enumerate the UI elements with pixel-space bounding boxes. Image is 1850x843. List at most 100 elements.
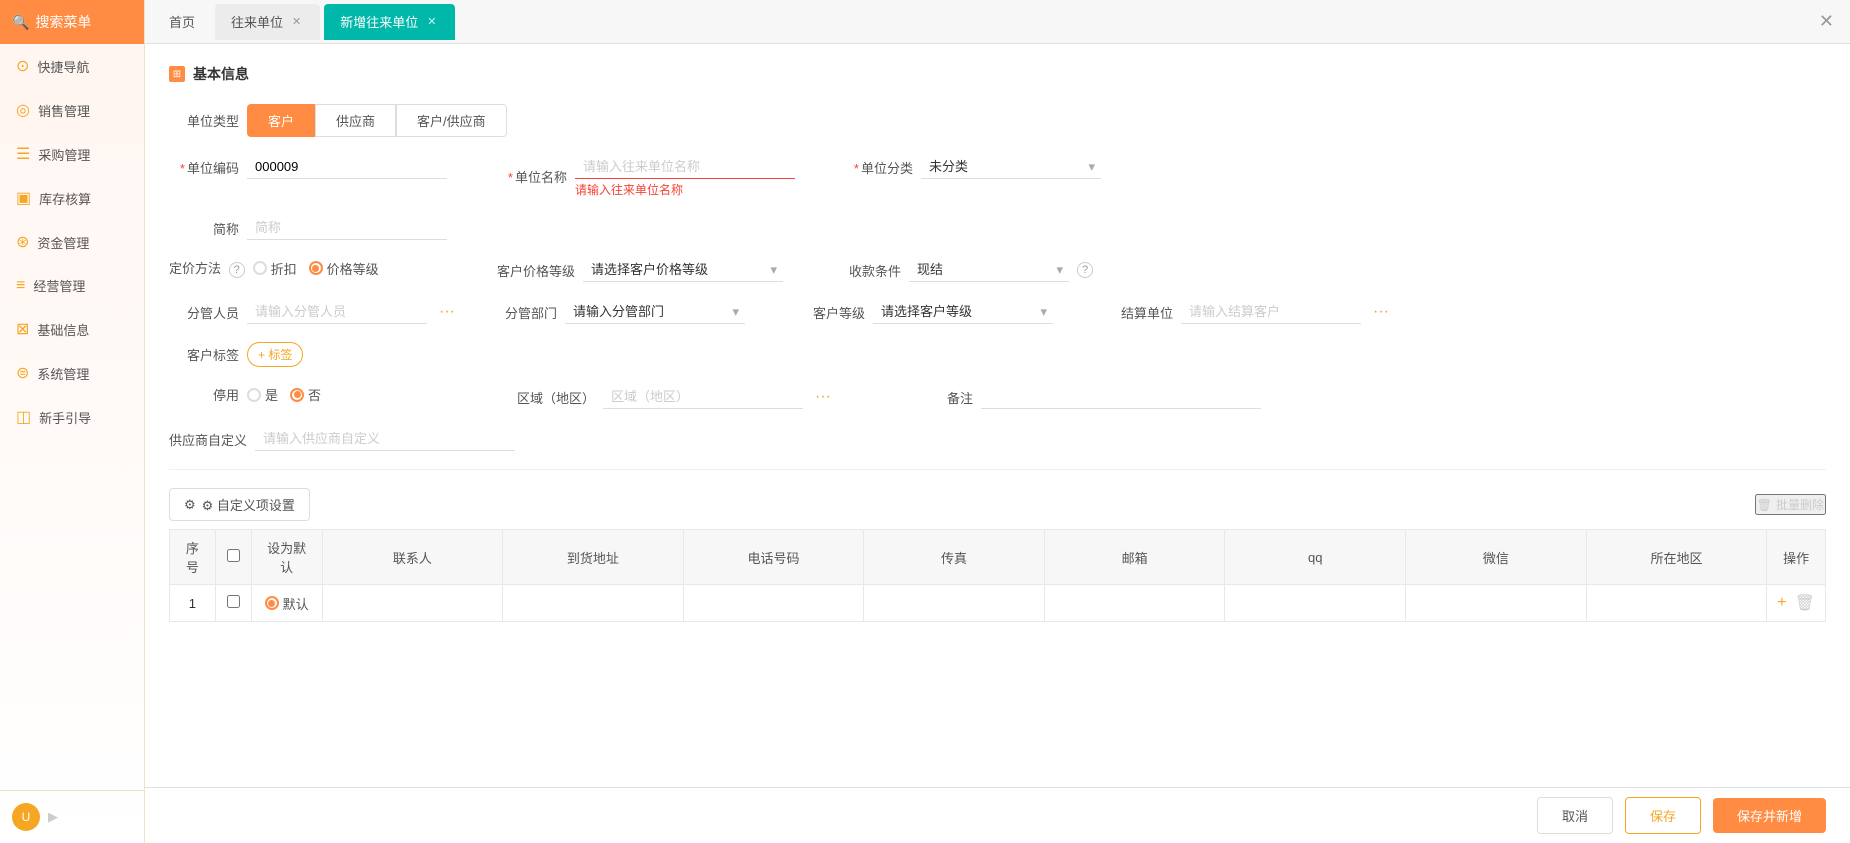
disabled-yes-radio[interactable]: 是: [247, 385, 278, 404]
tab-home[interactable]: 首页: [153, 4, 211, 40]
window-close-button[interactable]: ✕: [1811, 11, 1842, 32]
tab-home-label: 首页: [169, 12, 195, 31]
department-select[interactable]: 请输入分管部门: [565, 300, 745, 324]
department-wrapper: 请输入分管部门 ▾: [565, 300, 745, 324]
main-area: 首页 往来单位 ✕ 新增往来单位 ✕ ✕ ⊞ 基本信息 单位类型 客户 供应商: [145, 0, 1850, 843]
sidebar-item-label: 资金管理: [37, 233, 89, 252]
unit-code-label: *单位编码: [169, 158, 239, 177]
customer-tag-row: 客户标签 + 标签: [169, 342, 1826, 367]
custom-settings-label: ⚙ 自定义项设置: [202, 495, 295, 514]
region-more-btn[interactable]: ···: [811, 388, 835, 406]
sidebar-item-inventory[interactable]: ▣ 库存核算: [0, 176, 144, 220]
row-qq-input[interactable]: [1235, 596, 1395, 611]
short-name-group: 简称: [169, 216, 449, 240]
sidebar-item-sales[interactable]: ◎ 销售管理: [0, 88, 144, 132]
basic-info-icon: ⊠: [16, 319, 29, 339]
save-new-button[interactable]: 保存并新增: [1713, 798, 1826, 833]
unit-type-label: 单位类型: [169, 111, 239, 130]
pricing-discount-radio[interactable]: 折扣: [253, 259, 297, 278]
save-button[interactable]: 保存: [1625, 797, 1701, 834]
sidebar-item-operations[interactable]: ≡ 经营管理: [0, 264, 144, 307]
settlement-input[interactable]: [1181, 300, 1361, 324]
short-name-input[interactable]: [247, 216, 447, 240]
sidebar-item-system[interactable]: ⊜ 系统管理: [0, 351, 144, 395]
row-contact-input[interactable]: [333, 596, 493, 611]
row-email-input[interactable]: [1055, 596, 1215, 611]
sidebar-item-label: 经营管理: [33, 276, 85, 295]
unit-name-input[interactable]: [575, 155, 795, 179]
unit-type-supplier-btn[interactable]: 供应商: [315, 104, 396, 137]
row-actions: + 🗑: [1767, 585, 1826, 622]
supplier-custom-input[interactable]: [255, 427, 515, 451]
row-default-radio[interactable]: 默认: [262, 594, 312, 613]
manager-more-btn[interactable]: ···: [435, 303, 459, 321]
manager-row: 分管人员 ··· 分管部门 请输入分管部门 ▾ 客户等级 请选择客户等级: [169, 300, 1826, 324]
unit-code-input[interactable]: [247, 155, 447, 179]
row-checkbox-input[interactable]: [227, 595, 240, 608]
system-icon: ⊜: [16, 363, 29, 383]
customer-tag-group: 客户标签 + 标签: [169, 342, 449, 367]
unit-category-select[interactable]: 未分类: [921, 155, 1101, 179]
remark-input[interactable]: [981, 385, 1261, 409]
table-header-row: 序号 设为默认 联系人 到货地址 电话号码 传真 邮箱 qq 微信 所在地区 操…: [170, 530, 1826, 585]
region-input[interactable]: [603, 385, 803, 409]
sidebar-item-label: 新手引导: [39, 408, 91, 427]
row-phone-input[interactable]: [694, 596, 854, 611]
sidebar-item-quick-nav[interactable]: ⊙ 快捷导航: [0, 44, 144, 88]
col-qq: qq: [1225, 530, 1406, 585]
row-delete-btn[interactable]: 🗑: [1795, 593, 1815, 613]
custom-settings-btn[interactable]: ⚙ ⚙ 自定义项设置: [169, 488, 310, 521]
table-row: 1 默认: [170, 585, 1826, 622]
sidebar-item-basic-info[interactable]: ⊠ 基础信息: [0, 307, 144, 351]
pricing-help-icon[interactable]: ?: [229, 262, 245, 278]
tab-add-partner[interactable]: 新增往来单位 ✕: [324, 4, 455, 40]
row-area-input[interactable]: [1597, 596, 1757, 611]
tab-add-partner-close[interactable]: ✕: [424, 14, 439, 29]
sidebar-item-purchase[interactable]: ☰ 采购管理: [0, 132, 144, 176]
sales-icon: ◎: [16, 100, 30, 120]
sidebar-item-guide[interactable]: ◫ 新手引导: [0, 395, 144, 439]
settlement-unit-group: 结算单位 ···: [1103, 300, 1393, 324]
gear-icon: ⚙: [184, 497, 196, 513]
row-contact: [322, 585, 503, 622]
customer-price-level-group: 客户价格等级 请选择客户价格等级 ▾: [497, 258, 783, 282]
sidebar-item-label: 销售管理: [38, 101, 90, 120]
payment-terms-wrapper: 现结 ▾: [909, 258, 1069, 282]
payment-terms-group: 收款条件 现结 ▾ ?: [831, 258, 1111, 282]
row-address-input[interactable]: [513, 596, 673, 611]
customer-price-level-select[interactable]: 请选择客户价格等级: [583, 258, 783, 282]
disabled-no-inner: [294, 391, 301, 398]
select-all-checkbox[interactable]: [227, 549, 240, 562]
tab-partner-list-close[interactable]: ✕: [289, 14, 304, 29]
settlement-label: 结算单位: [1103, 303, 1173, 322]
manager-input[interactable]: [247, 300, 427, 324]
row-area: [1586, 585, 1767, 622]
pricing-radio-group: 折扣 价格等级: [253, 259, 379, 278]
tab-partner-list[interactable]: 往来单位 ✕: [215, 4, 320, 40]
pricing-level-radio[interactable]: 价格等级: [309, 259, 379, 278]
payment-terms-select[interactable]: 现结: [909, 258, 1069, 282]
add-tag-button[interactable]: + 标签: [247, 342, 303, 367]
cancel-button[interactable]: 取消: [1537, 797, 1613, 834]
row-default-label: 默认: [283, 594, 309, 613]
row-qq: [1225, 585, 1406, 622]
row-default-inner: [268, 600, 275, 607]
col-action: 操作: [1767, 530, 1826, 585]
customer-level-select[interactable]: 请选择客户等级: [873, 300, 1053, 324]
short-name-label: 简称: [169, 219, 239, 238]
row-fax-input[interactable]: [874, 596, 1034, 611]
payment-help-icon[interactable]: ?: [1077, 262, 1093, 278]
disabled-no-radio[interactable]: 否: [290, 385, 321, 404]
row-wechat-input[interactable]: [1416, 596, 1576, 611]
sidebar-item-finance[interactable]: ⊛ 资金管理: [0, 220, 144, 264]
batch-delete-btn[interactable]: 🗑 批量删除: [1755, 494, 1826, 515]
sidebar-search[interactable]: 🔍 搜索菜单: [0, 0, 144, 44]
delete-icon: 🗑: [1757, 498, 1772, 512]
unit-type-customer-btn[interactable]: 客户: [247, 104, 315, 137]
level-radio-outer: [309, 261, 323, 275]
operations-icon: ≡: [16, 277, 25, 295]
settlement-more-btn[interactable]: ···: [1369, 303, 1393, 321]
col-seq: 序号: [170, 530, 216, 585]
row-add-btn[interactable]: +: [1777, 594, 1786, 612]
unit-type-both-btn[interactable]: 客户/供应商: [396, 104, 507, 137]
